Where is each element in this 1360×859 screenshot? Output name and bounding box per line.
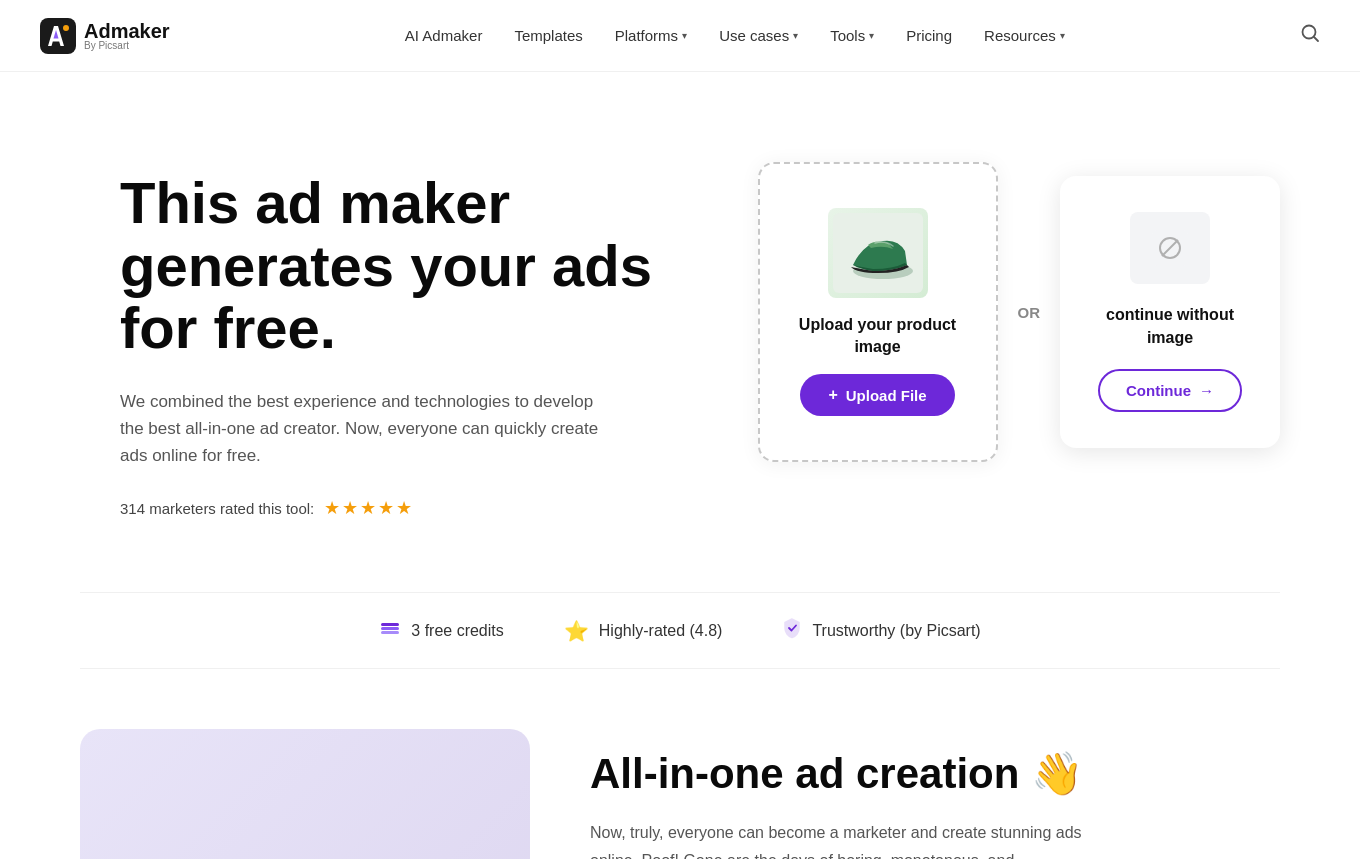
star-4: ★ [378, 497, 394, 519]
hero-section: This ad maker generates your ads for fre… [0, 72, 1360, 592]
chevron-down-icon: ▾ [682, 30, 687, 41]
chevron-down-icon: ▾ [869, 30, 874, 41]
nav-link-pricing[interactable]: Pricing [906, 27, 952, 44]
nav-link-platforms[interactable]: Platforms▾ [615, 27, 687, 44]
search-icon [1300, 23, 1320, 43]
bottom-title: All-in-one ad creation 👋 [590, 749, 1090, 799]
continue-button[interactable]: Continue → [1098, 369, 1242, 412]
star-5: ★ [396, 497, 412, 519]
svg-line-3 [1314, 37, 1318, 41]
nav-item-platforms[interactable]: Platforms▾ [615, 27, 687, 44]
hero-title: This ad maker generates your ads for fre… [120, 172, 680, 360]
nav-right [1300, 23, 1320, 48]
feature-credits-text: 3 free credits [411, 622, 503, 640]
svg-rect-9 [381, 623, 399, 626]
star-3: ★ [360, 497, 376, 519]
upload-card-label: Upload your product image [792, 314, 964, 359]
hero-rating: 314 marketers rated this tool: ★ ★ ★ ★ ★ [120, 497, 680, 519]
hero-description: We combined the best experience and tech… [120, 388, 620, 470]
upload-file-button[interactable]: + Upload File [800, 374, 954, 416]
star-rating: ★ ★ ★ ★ ★ [324, 497, 412, 519]
slash-circle-icon [1152, 230, 1188, 266]
svg-point-1 [63, 25, 69, 31]
logo-main-text: Admaker [84, 21, 170, 41]
nav-item-templates[interactable]: Templates [514, 27, 582, 44]
feature-credits: 3 free credits [379, 617, 503, 644]
continue-button-label: Continue [1126, 382, 1191, 399]
nav-link-use-cases[interactable]: Use cases▾ [719, 27, 798, 44]
nav-item-tools[interactable]: Tools▾ [830, 27, 874, 44]
svg-rect-11 [381, 631, 399, 634]
bottom-description: Now, truly, everyone can become a market… [590, 819, 1090, 859]
upload-product-card: Upload your product image + Upload File [758, 162, 998, 462]
plus-icon: + [828, 386, 837, 404]
star-2: ★ [342, 497, 358, 519]
nav-link-ai-admaker[interactable]: AI Admaker [405, 27, 483, 44]
continue-card-label: continue without image [1088, 304, 1252, 349]
star-1: ★ [324, 497, 340, 519]
star-icon: ⭐ [564, 619, 589, 643]
bottom-text: All-in-one ad creation 👋 Now, truly, eve… [590, 729, 1090, 859]
svg-rect-10 [381, 627, 399, 630]
bottom-section: All-in-one ad creation 👋 Now, truly, eve… [0, 669, 1360, 859]
chevron-down-icon: ▾ [793, 30, 798, 41]
continue-without-image-card: continue without image Continue → [1060, 176, 1280, 448]
feature-trustworthy-text: Trustworthy (by Picsart) [812, 622, 980, 640]
search-button[interactable] [1300, 23, 1320, 48]
arrow-right-icon: → [1199, 382, 1214, 399]
credits-icon [379, 617, 401, 644]
shoe-illustration [833, 213, 923, 293]
nav-link-resources[interactable]: Resources▾ [984, 27, 1065, 44]
nav-link-templates[interactable]: Templates [514, 27, 582, 44]
rating-text: 314 marketers rated this tool: [120, 500, 314, 517]
navbar: Admaker By Picsart AI Admaker Templates … [0, 0, 1360, 72]
features-bar: 3 free credits ⭐ Highly-rated (4.8) Trus… [80, 592, 1280, 669]
logo-sub-text: By Picsart [84, 41, 170, 51]
bottom-illustration [80, 729, 530, 859]
nav-item-use-cases[interactable]: Use cases▾ [719, 27, 798, 44]
logo-text: Admaker By Picsart [84, 21, 170, 51]
nav-item-ai-admaker[interactable]: AI Admaker [405, 27, 483, 44]
upload-button-label: Upload File [846, 387, 927, 404]
hero-right: Upload your product image + Upload File … [758, 162, 1281, 462]
feature-rated-text: Highly-rated (4.8) [599, 622, 723, 640]
feature-rated: ⭐ Highly-rated (4.8) [564, 619, 723, 643]
nav-link-tools[interactable]: Tools▾ [830, 27, 874, 44]
no-image-icon [1130, 212, 1210, 284]
hero-left: This ad maker generates your ads for fre… [120, 152, 680, 519]
or-divider: OR [1018, 304, 1041, 321]
chevron-down-icon: ▾ [1060, 30, 1065, 41]
feature-trustworthy: Trustworthy (by Picsart) [782, 617, 980, 644]
shield-icon [782, 617, 802, 644]
logo-icon [40, 18, 76, 54]
logo-link[interactable]: Admaker By Picsart [40, 18, 170, 54]
product-image-preview [828, 208, 928, 298]
nav-item-resources[interactable]: Resources▾ [984, 27, 1065, 44]
nav-links: AI Admaker Templates Platforms▾ Use case… [405, 27, 1065, 44]
nav-item-pricing[interactable]: Pricing [906, 27, 952, 44]
